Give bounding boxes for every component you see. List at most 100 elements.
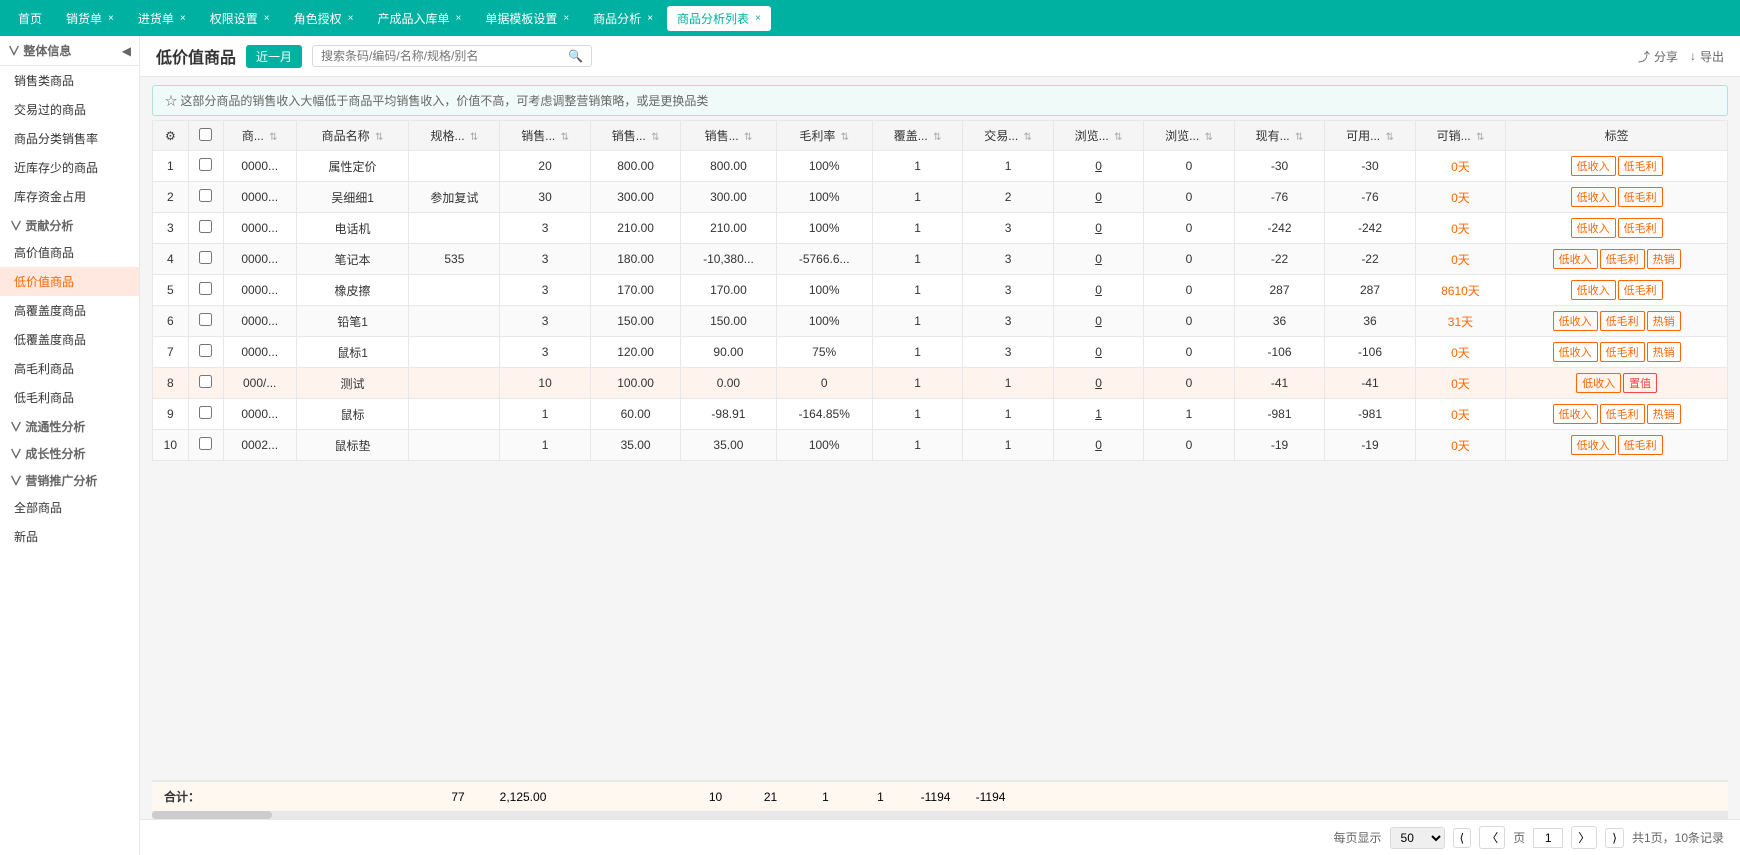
sidebar-item-traded-goods[interactable]: 交易过的商品 — [0, 95, 139, 124]
row-checkbox[interactable] — [188, 368, 223, 399]
sidebar-item-high-margin[interactable]: 高毛利商品 — [0, 354, 139, 383]
sidebar-item-high-coverage[interactable]: 高覆盖度商品 — [0, 296, 139, 325]
row-name[interactable]: 测试 — [296, 368, 409, 399]
row-select-checkbox[interactable] — [199, 375, 212, 388]
nav-permission[interactable]: 权限设置 × — [200, 6, 280, 31]
sidebar-item-low-stock[interactable]: 近库存少的商品 — [0, 153, 139, 182]
nav-close-icon[interactable]: × — [563, 13, 569, 24]
tag: 低毛利 — [1600, 404, 1645, 424]
row-checkbox[interactable] — [188, 337, 223, 368]
scrollbar-thumb[interactable] — [152, 811, 272, 819]
row-select-checkbox[interactable] — [199, 282, 212, 295]
browse-link[interactable]: 0 — [1095, 283, 1102, 297]
select-all-checkbox[interactable] — [199, 128, 212, 141]
sidebar-item-low-value[interactable]: 低价值商品 — [0, 267, 139, 296]
browse-link[interactable]: 1 — [1095, 407, 1102, 421]
prev-page-btn[interactable]: 〈 — [1479, 826, 1505, 849]
sidebar-item-low-margin[interactable]: 低毛利商品 — [0, 383, 139, 412]
nav-close-icon[interactable]: × — [180, 13, 186, 24]
row-select-checkbox[interactable] — [199, 406, 212, 419]
tag: 热销 — [1647, 249, 1681, 269]
nav-goods-analysis[interactable]: 商品分析 × — [583, 6, 663, 31]
row-name[interactable]: 吴细细1 — [296, 182, 409, 213]
row-checkbox[interactable] — [188, 244, 223, 275]
row-browse1[interactable]: 0 — [1053, 151, 1143, 182]
row-name[interactable]: 鼠标 — [296, 399, 409, 430]
sidebar-item-category-rate[interactable]: 商品分类销售率 — [0, 124, 139, 153]
first-page-btn[interactable]: ⟨ — [1453, 828, 1472, 848]
row-browse1[interactable]: 0 — [1053, 337, 1143, 368]
row-browse1[interactable]: 0 — [1053, 430, 1143, 461]
sidebar-collapse-btn[interactable]: ◀ — [122, 44, 131, 58]
browse-link[interactable]: 0 — [1095, 376, 1102, 390]
row-select-checkbox[interactable] — [199, 344, 212, 357]
nav-close-icon[interactable]: × — [647, 13, 653, 24]
row-select-checkbox[interactable] — [199, 313, 212, 326]
row-browse1[interactable]: 0 — [1053, 244, 1143, 275]
export-button[interactable]: ↓ 导出 — [1690, 48, 1724, 65]
sidebar-item-low-coverage[interactable]: 低覆盖度商品 — [0, 325, 139, 354]
nav-goods-analysis-list[interactable]: 商品分析列表 × — [667, 6, 771, 31]
row-checkbox[interactable] — [188, 182, 223, 213]
period-button[interactable]: 近一月 — [246, 45, 302, 68]
browse-link[interactable]: 0 — [1095, 159, 1102, 173]
nav-close-icon[interactable]: × — [455, 13, 461, 24]
browse-link[interactable]: 0 — [1095, 252, 1102, 266]
nav-home[interactable]: 首页 — [8, 6, 52, 31]
row-checkbox[interactable] — [188, 151, 223, 182]
nav-purchase-order[interactable]: 进货单 × — [128, 6, 196, 31]
row-select-checkbox[interactable] — [199, 437, 212, 450]
row-name[interactable]: 笔记本 — [296, 244, 409, 275]
browse-link[interactable]: 0 — [1095, 345, 1102, 359]
col-settings[interactable]: ⚙ — [153, 121, 189, 151]
row-select-checkbox[interactable] — [199, 158, 212, 171]
search-input[interactable] — [321, 49, 564, 63]
browse-link[interactable]: 0 — [1095, 314, 1102, 328]
sidebar-item-stock-fund[interactable]: 库存资金占用 — [0, 182, 139, 211]
nav-close-icon[interactable]: × — [264, 13, 270, 24]
row-browse1[interactable]: 0 — [1053, 182, 1143, 213]
row-name[interactable]: 鼠标垫 — [296, 430, 409, 461]
nav-template[interactable]: 单据模板设置 × — [475, 6, 579, 31]
row-browse1[interactable]: 0 — [1053, 306, 1143, 337]
sidebar-item-sales-goods[interactable]: 销售类商品 — [0, 66, 139, 95]
row-tags: 低收入低毛利热销 — [1506, 244, 1728, 275]
sidebar-item-new-goods[interactable]: 新品 — [0, 522, 139, 551]
footer-browse1: 1 — [798, 790, 853, 804]
row-name[interactable]: 铅笔1 — [296, 306, 409, 337]
nav-product-inbound[interactable]: 产成品入库单 × — [367, 6, 471, 31]
horizontal-scrollbar[interactable] — [152, 811, 1728, 819]
browse-link[interactable]: 0 — [1095, 221, 1102, 235]
row-browse1[interactable]: 1 — [1053, 399, 1143, 430]
nav-close-icon[interactable]: × — [348, 13, 354, 24]
share-button[interactable]: ⤴ 分享 — [1638, 48, 1678, 65]
row-checkbox[interactable] — [188, 275, 223, 306]
page-input[interactable] — [1533, 828, 1563, 848]
row-checkbox[interactable] — [188, 430, 223, 461]
browse-link[interactable]: 0 — [1095, 438, 1102, 452]
sidebar-item-high-value[interactable]: 高价值商品 — [0, 238, 139, 267]
next-page-btn[interactable]: 〉 — [1571, 826, 1597, 849]
row-browse1[interactable]: 0 — [1053, 275, 1143, 306]
row-name[interactable]: 鼠标1 — [296, 337, 409, 368]
last-page-btn[interactable]: ⟩ — [1605, 828, 1624, 848]
row-name[interactable]: 橡皮擦 — [296, 275, 409, 306]
row-browse1[interactable]: 0 — [1053, 213, 1143, 244]
page-size-select[interactable]: 50 100 200 — [1390, 827, 1445, 849]
nav-sales-order[interactable]: 销货单 × — [56, 6, 124, 31]
sidebar-item-all-goods[interactable]: 全部商品 — [0, 493, 139, 522]
row-select-checkbox[interactable] — [199, 251, 212, 264]
row-checkbox[interactable] — [188, 399, 223, 430]
search-icon[interactable]: 🔍 — [568, 49, 583, 63]
row-name[interactable]: 电话机 — [296, 213, 409, 244]
nav-close-icon[interactable]: × — [755, 13, 761, 24]
nav-close-icon[interactable]: × — [108, 13, 114, 24]
row-name[interactable]: 属性定价 — [296, 151, 409, 182]
row-select-checkbox[interactable] — [199, 220, 212, 233]
row-checkbox[interactable] — [188, 213, 223, 244]
nav-role-auth[interactable]: 角色授权 × — [284, 6, 364, 31]
row-select-checkbox[interactable] — [199, 189, 212, 202]
row-browse1[interactable]: 0 — [1053, 368, 1143, 399]
row-checkbox[interactable] — [188, 306, 223, 337]
browse-link[interactable]: 0 — [1095, 190, 1102, 204]
